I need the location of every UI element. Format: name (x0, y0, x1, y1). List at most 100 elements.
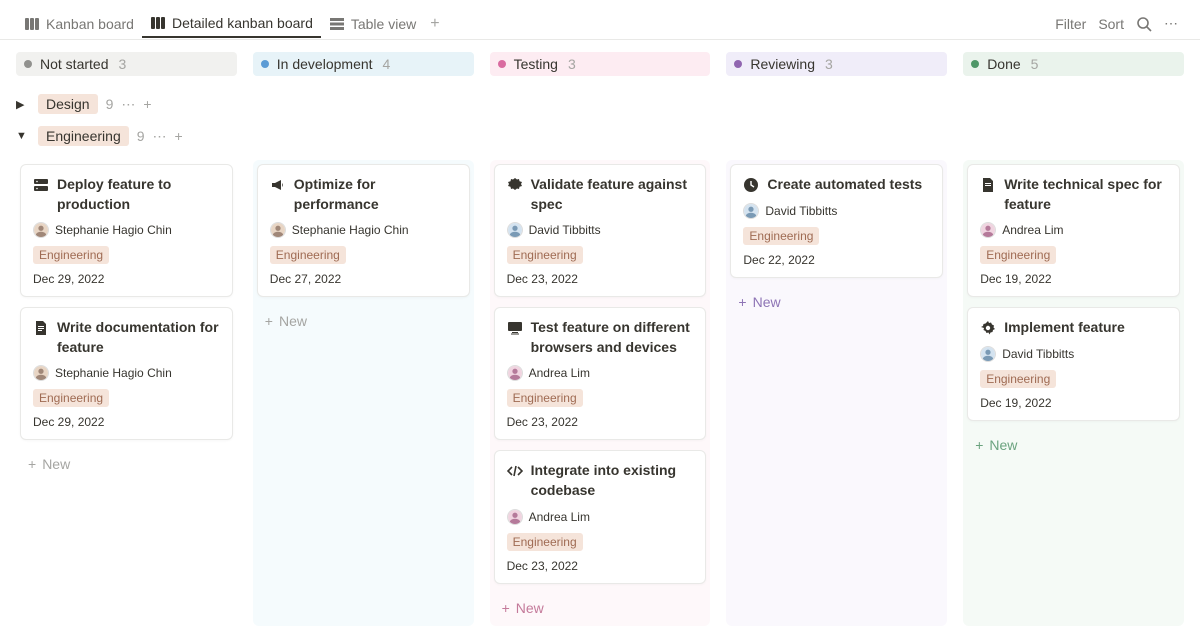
card-integrate-codebase[interactable]: Integrate into existing codebase Andrea … (494, 450, 707, 583)
card-automated-tests[interactable]: Create automated tests David Tibbitts En… (730, 164, 943, 278)
new-card-button[interactable]: +New (257, 307, 470, 335)
avatar-icon (270, 222, 286, 238)
card-assignee: David Tibbitts (743, 203, 930, 219)
card-assignee: Andrea Lim (507, 509, 694, 525)
card-title: Create automated tests (767, 175, 922, 195)
tab-kanban-board[interactable]: Kanban board (16, 10, 142, 38)
card-tag: Engineering (33, 246, 109, 264)
column-header-in-development[interactable]: In development 4 (253, 52, 474, 76)
column-label: Done (987, 56, 1020, 72)
card-title: Deploy feature to production (57, 175, 220, 214)
more-icon[interactable]: ⋯ (1158, 11, 1184, 36)
column-not-started: Deploy feature to production Stephanie H… (16, 160, 237, 626)
group-actions: ⋯ + (121, 96, 151, 113)
new-card-button[interactable]: +New (967, 431, 1180, 459)
card-implement-feature[interactable]: Implement feature David Tibbitts Enginee… (967, 307, 1180, 421)
group-label: Engineering (38, 126, 129, 146)
chevron-right-icon[interactable]: ▶ (16, 98, 30, 111)
card-write-documentation[interactable]: Write documentation for feature Stephani… (20, 307, 233, 440)
avatar-icon (507, 222, 523, 238)
plus-icon: + (738, 294, 746, 310)
avatar-icon (980, 222, 996, 238)
tab-label: Detailed kanban board (172, 15, 313, 31)
column-header-done[interactable]: Done 5 (963, 52, 1184, 76)
table-icon (329, 16, 345, 32)
card-assignee: Andrea Lim (507, 365, 694, 381)
more-icon[interactable]: ⋯ (153, 128, 167, 145)
card-tag: Engineering (507, 246, 583, 264)
view-tabs-header: Kanban board Detailed kanban board Table… (0, 0, 1200, 40)
card-title: Write documentation for feature (57, 318, 220, 357)
new-card-button[interactable]: +New (20, 450, 233, 478)
tab-table-view[interactable]: Table view (321, 10, 424, 38)
status-dot-icon (498, 60, 506, 68)
card-tag: Engineering (270, 246, 346, 264)
add-view-button[interactable]: + (424, 11, 445, 37)
board-icon (150, 15, 166, 31)
more-icon[interactable]: ⋯ (121, 96, 135, 113)
group-actions: ⋯ + (153, 128, 183, 145)
status-dot-icon (971, 60, 979, 68)
column-done: Write technical spec for feature Andrea … (963, 160, 1184, 626)
card-assignee: David Tibbitts (507, 222, 694, 238)
group-count: 9 (137, 128, 145, 144)
filter-button[interactable]: Filter (1049, 12, 1092, 36)
column-count: 4 (383, 56, 391, 72)
card-title: Integrate into existing codebase (531, 461, 694, 500)
card-date: Dec 27, 2022 (270, 272, 457, 286)
group-engineering[interactable]: ▼ Engineering 9 ⋯ + (0, 120, 1200, 152)
seal-icon (507, 177, 523, 193)
card-title: Test feature on different browsers and d… (531, 318, 694, 357)
status-dot-icon (734, 60, 742, 68)
megaphone-icon (270, 177, 286, 193)
group-label: Design (38, 94, 98, 114)
column-count: 3 (568, 56, 576, 72)
column-in-development: Optimize for performance Stephanie Hagio… (253, 160, 474, 626)
card-tag: Engineering (743, 227, 819, 245)
column-headers: Not started 3 In development 4 Testing 3… (0, 40, 1200, 88)
add-icon[interactable]: + (143, 96, 151, 113)
card-date: Dec 19, 2022 (980, 396, 1167, 410)
column-header-reviewing[interactable]: Reviewing 3 (726, 52, 947, 76)
status-dot-icon (24, 60, 32, 68)
clock-icon (743, 177, 759, 193)
card-title: Validate feature against spec (531, 175, 694, 214)
card-title: Write technical spec for feature (1004, 175, 1167, 214)
column-header-testing[interactable]: Testing 3 (490, 52, 711, 76)
column-label: Not started (40, 56, 108, 72)
chevron-down-icon[interactable]: ▼ (16, 130, 30, 142)
column-count: 5 (1031, 56, 1039, 72)
card-assignee: Stephanie Hagio Chin (33, 365, 220, 381)
card-tag: Engineering (33, 389, 109, 407)
card-deploy-feature[interactable]: Deploy feature to production Stephanie H… (20, 164, 233, 297)
card-optimize-performance[interactable]: Optimize for performance Stephanie Hagio… (257, 164, 470, 297)
status-dot-icon (261, 60, 269, 68)
server-icon (33, 177, 49, 193)
column-reviewing: Create automated tests David Tibbitts En… (726, 160, 947, 626)
card-assignee: David Tibbitts (980, 346, 1167, 362)
column-header-not-started[interactable]: Not started 3 (16, 52, 237, 76)
card-test-browsers[interactable]: Test feature on different browsers and d… (494, 307, 707, 440)
document-icon (980, 177, 996, 193)
board-icon (24, 16, 40, 32)
card-date: Dec 23, 2022 (507, 415, 694, 429)
tab-label: Kanban board (46, 16, 134, 32)
sort-button[interactable]: Sort (1092, 12, 1130, 36)
search-icon[interactable] (1130, 12, 1158, 36)
code-icon (507, 463, 523, 479)
add-icon[interactable]: + (175, 128, 183, 145)
card-date: Dec 19, 2022 (980, 272, 1167, 286)
card-technical-spec[interactable]: Write technical spec for feature Andrea … (967, 164, 1180, 297)
tab-detailed-kanban-board[interactable]: Detailed kanban board (142, 9, 321, 38)
card-title: Optimize for performance (294, 175, 457, 214)
avatar-icon (507, 509, 523, 525)
card-tag: Engineering (980, 246, 1056, 264)
kanban-board: Deploy feature to production Stephanie H… (0, 152, 1200, 634)
group-design[interactable]: ▶ Design 9 ⋯ + (0, 88, 1200, 120)
monitor-icon (507, 320, 523, 336)
gear-icon (980, 320, 996, 336)
card-validate-spec[interactable]: Validate feature against spec David Tibb… (494, 164, 707, 297)
new-card-button[interactable]: +New (730, 288, 943, 316)
column-count: 3 (118, 56, 126, 72)
new-card-button[interactable]: +New (494, 594, 707, 622)
